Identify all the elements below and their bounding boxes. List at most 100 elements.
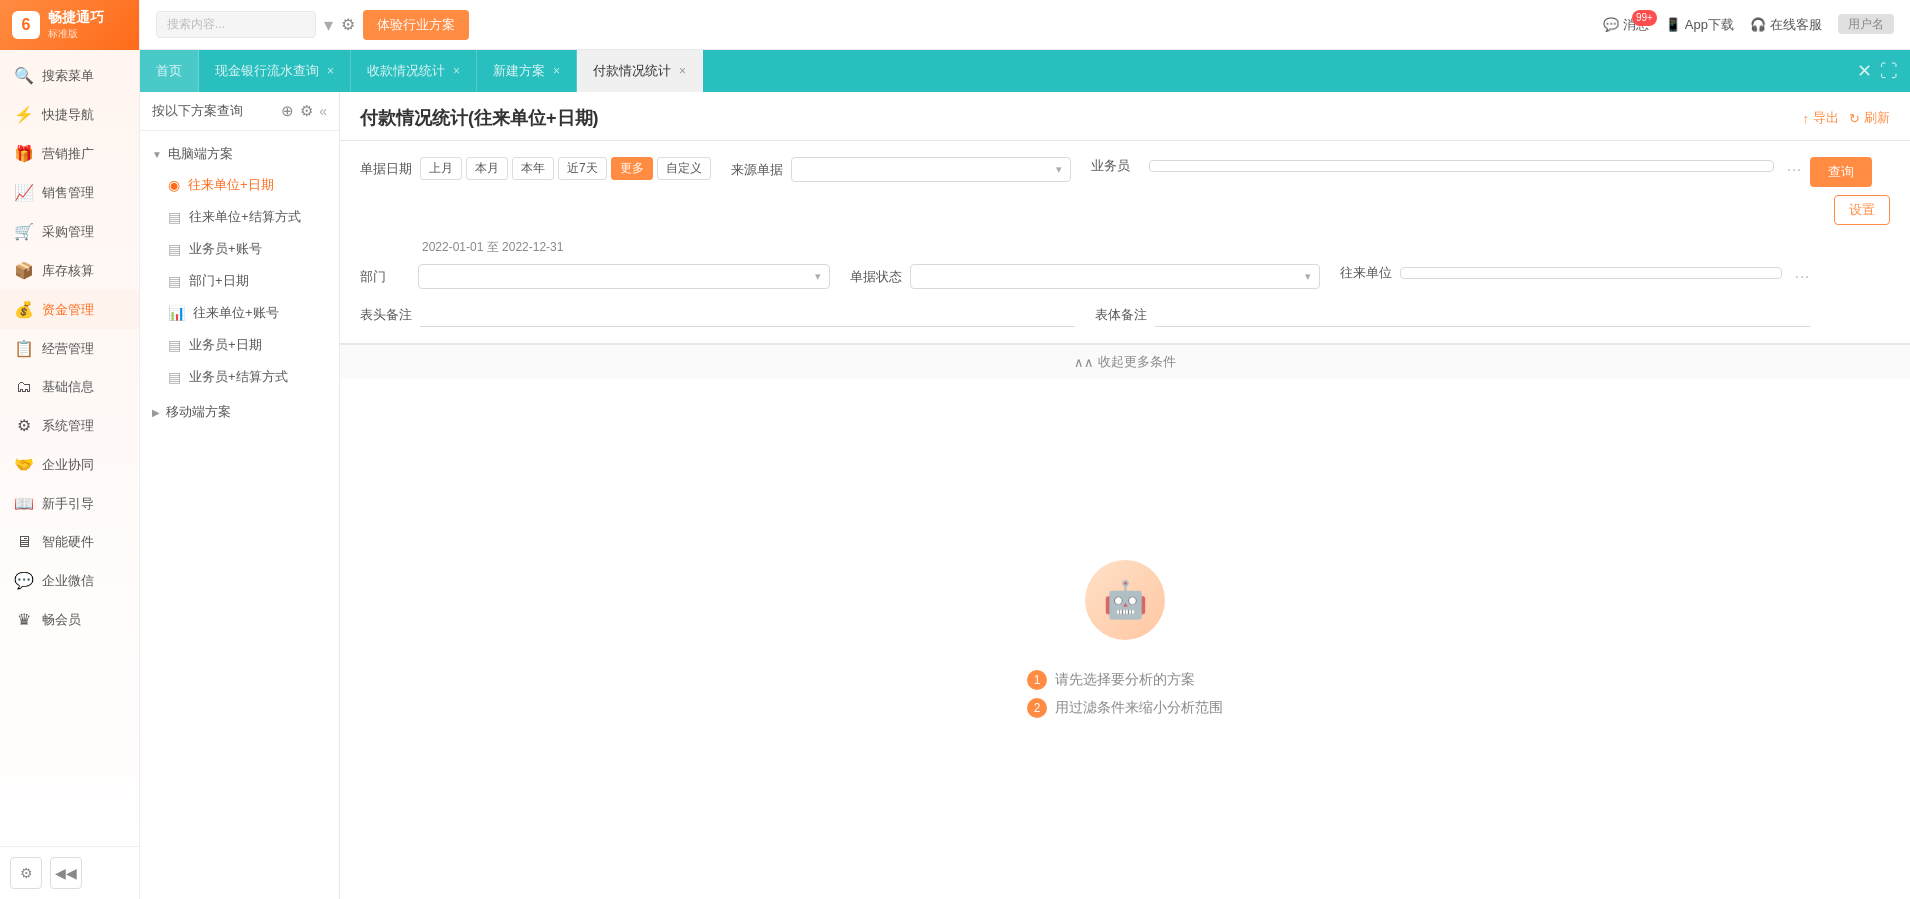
page-title: 付款情况统计(往来单位+日期)	[360, 106, 599, 130]
tab-cash-close[interactable]: ×	[327, 64, 334, 78]
tab-payment-close[interactable]: ×	[679, 64, 686, 78]
maximize-button[interactable]: ⛶	[1880, 61, 1898, 82]
sidebar-item-marketing[interactable]: 🎁 营销推广	[0, 134, 139, 173]
refresh-icon: ↻	[1849, 111, 1860, 126]
gear-icon: ⚙	[14, 416, 34, 435]
topbar-message[interactable]: 💬 消息 99+	[1603, 16, 1649, 34]
tab-cash[interactable]: 现金银行流水查询 ×	[199, 50, 351, 92]
sidebar-item-quick[interactable]: ⚡ 快捷导航	[0, 95, 139, 134]
tab-receipt[interactable]: 收款情况统计 ×	[351, 50, 477, 92]
this-month-btn[interactable]: 本月	[466, 157, 508, 180]
query-area: 查询 设置	[1810, 157, 1890, 225]
search-icon: 🔍	[14, 66, 34, 85]
sidebar-item-purchase[interactable]: 🛒 采购管理	[0, 212, 139, 251]
custom-btn[interactable]: 自定义	[657, 157, 711, 180]
try-industry-button[interactable]: 体验行业方案	[363, 10, 469, 40]
tab-receipt-close[interactable]: ×	[453, 64, 460, 78]
group-desktop-label: 电脑端方案	[168, 145, 233, 163]
last-month-btn[interactable]: 上月	[420, 157, 462, 180]
sidebar-item-inventory[interactable]: 📦 库存核算	[0, 251, 139, 290]
more-btn[interactable]: 更多	[611, 157, 653, 180]
last-7-btn[interactable]: 近7天	[558, 157, 607, 180]
tab-receipt-label: 收款情况统计	[367, 62, 445, 80]
scheme-item-unit-account-label: 往来单位+账号	[193, 304, 279, 322]
tab-new-close[interactable]: ×	[553, 64, 560, 78]
box-icon: 📦	[14, 261, 34, 280]
scheme-item-unit-settle[interactable]: ▤ 往来单位+结算方式	[140, 201, 339, 233]
topbar-search-text: 搜索内容...	[167, 17, 225, 31]
sidebar-item-guide[interactable]: 📖 新手引导	[0, 484, 139, 523]
sidebar-item-finance[interactable]: 💰 资金管理	[0, 290, 139, 329]
phone-icon: 📱	[1665, 17, 1681, 32]
sidebar-item-member[interactable]: ♛ 畅会员	[0, 600, 139, 639]
topbar-dropdown-icon[interactable]: ▾	[324, 14, 333, 36]
topbar-user[interactable]: 用户名	[1838, 16, 1894, 33]
collapse-bar[interactable]: ∧∧ 收起更多条件	[340, 344, 1910, 379]
refresh-button[interactable]: ↻ 刷新	[1849, 109, 1890, 127]
collapse-scheme-button[interactable]: «	[319, 103, 327, 119]
table-head-note-input[interactable]	[420, 303, 1075, 327]
sidebar-item-sales[interactable]: 📈 销售管理	[0, 173, 139, 212]
source-label: 来源单据	[731, 161, 783, 179]
headset-icon: 🎧	[1750, 17, 1766, 32]
salesperson-select[interactable]	[1149, 160, 1774, 172]
source-select[interactable]: ▾	[791, 157, 1071, 182]
app-edition: 标准版	[48, 27, 104, 41]
scheme-group-desktop-title[interactable]: ▼ 电脑端方案	[140, 139, 339, 169]
settings-button[interactable]: 设置	[1834, 195, 1890, 225]
partner-dots[interactable]: …	[1794, 264, 1810, 282]
scheme-item-unit-settle-label: 往来单位+结算方式	[189, 208, 301, 226]
sidebar-item-operation[interactable]: 📋 经营管理	[0, 329, 139, 368]
topbar-online-service[interactable]: 🎧 在线客服	[1750, 16, 1822, 34]
sidebar-item-weixin[interactable]: 💬 企业微信	[0, 561, 139, 600]
sidebar-item-search-label: 搜索菜单	[42, 67, 94, 85]
sidebar-item-corp[interactable]: 🤝 企业协同	[0, 445, 139, 484]
partner-select[interactable]	[1400, 267, 1782, 279]
table-body-note-input[interactable]	[1155, 303, 1810, 327]
close-all-tabs-button[interactable]: ✕	[1857, 60, 1872, 82]
empty-hints: 1 请先选择要分析的方案 2 用过滤条件来缩小分析范围	[1027, 670, 1223, 718]
topbar-right: 💬 消息 99+ 📱 App下载 🎧 在线客服 用户名	[1603, 16, 1894, 34]
query-button[interactable]: 查询	[1810, 157, 1872, 187]
this-year-btn[interactable]: 本年	[512, 157, 554, 180]
sidebar-footer: ⚙ ◀◀	[0, 846, 139, 899]
sidebar-item-system[interactable]: ⚙ 系统管理	[0, 406, 139, 445]
topbar-app-download[interactable]: 📱 App下载	[1665, 16, 1734, 34]
settings-footer-button[interactable]: ⚙	[10, 857, 42, 889]
scheme-item-unit-account[interactable]: 📊 往来单位+账号	[140, 297, 339, 329]
scheme-item-staff-settle[interactable]: ▤ 业务员+结算方式	[140, 361, 339, 393]
export-icon: ↑	[1803, 111, 1810, 126]
topbar-gear-icon[interactable]: ⚙	[341, 15, 355, 34]
scheme-item-dept-date[interactable]: ▤ 部门+日期	[140, 265, 339, 297]
topbar: 搜索内容... ▾ ⚙ 体验行业方案 💬 消息 99+ 📱 App下载 🎧 在线…	[140, 0, 1910, 50]
tab-new[interactable]: 新建方案 ×	[477, 50, 577, 92]
doc-status-select[interactable]: ▾	[910, 264, 1320, 289]
finance-icon: 💰	[14, 300, 34, 319]
doc-status-arrow: ▾	[1305, 270, 1311, 283]
salesperson-dots[interactable]: …	[1786, 157, 1802, 175]
scheme-item-unit-date-label: 往来单位+日期	[188, 176, 274, 194]
export-button[interactable]: ↑ 导出	[1803, 109, 1840, 127]
scheme-item-staff-account[interactable]: ▤ 业务员+账号	[140, 233, 339, 265]
partner-label: 往来单位	[1340, 264, 1392, 282]
tabbar-actions: ✕ ⛶	[1845, 50, 1910, 92]
cart-icon: 🛒	[14, 222, 34, 241]
service-label: 在线客服	[1770, 16, 1822, 34]
sidebar-item-search[interactable]: 🔍 搜索菜单	[0, 56, 139, 95]
main-area: 搜索内容... ▾ ⚙ 体验行业方案 💬 消息 99+ 📱 App下载 🎧 在线…	[140, 0, 1910, 899]
group-mobile-label: 移动端方案	[166, 403, 231, 421]
scheme-group-mobile-title[interactable]: ▶ 移动端方案	[140, 397, 339, 427]
add-scheme-button[interactable]: ⊕	[281, 102, 294, 120]
scheme-settings-button[interactable]: ⚙	[300, 102, 313, 120]
collapse-sidebar-button[interactable]: ◀◀	[50, 857, 82, 889]
tab-payment[interactable]: 付款情况统计 ×	[577, 50, 703, 92]
scheme-item-icon-3: ▤	[168, 241, 181, 257]
scheme-item-staff-date[interactable]: ▤ 业务员+日期	[140, 329, 339, 361]
export-label: 导出	[1813, 109, 1839, 127]
monitor-icon: 🖥	[14, 533, 34, 551]
dept-select[interactable]: ▾	[418, 264, 830, 289]
sidebar-item-hardware[interactable]: 🖥 智能硬件	[0, 523, 139, 561]
tab-home[interactable]: 首页	[140, 50, 199, 92]
sidebar-item-basic[interactable]: 🗂 基础信息	[0, 368, 139, 406]
scheme-item-unit-date[interactable]: ◉ 往来单位+日期	[140, 169, 339, 201]
